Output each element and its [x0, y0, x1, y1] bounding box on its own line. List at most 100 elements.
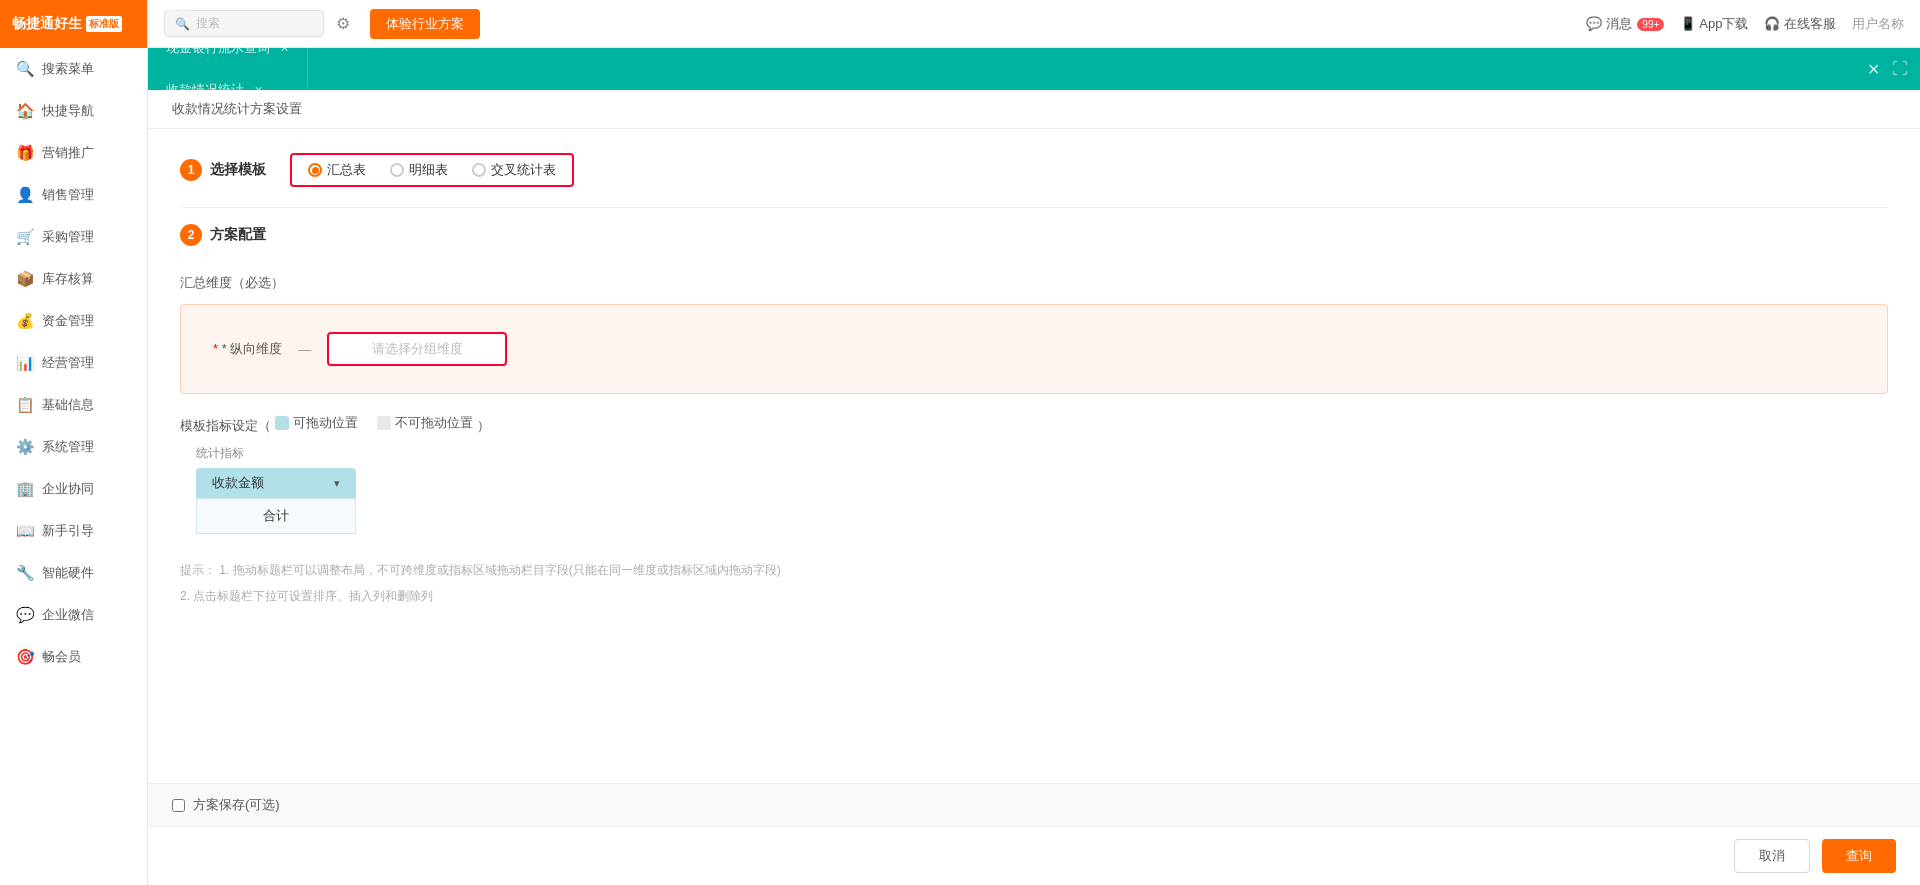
footer-actions: 取消 查询 — [148, 826, 1920, 885]
tabbar: 首页现金银行流水查询✕收款情况统计✕新建方案✕ ✕ ⛶ — [148, 48, 1920, 90]
sidebar-label-search-menu: 搜索菜单 — [42, 60, 94, 78]
legend-non-draggable: 不可拖动位置 — [377, 414, 473, 432]
query-button[interactable]: 查询 — [1822, 839, 1896, 873]
sidebar-label-marketing: 营销推广 — [42, 144, 94, 162]
sidebar-item-member[interactable]: 🎯 畅会员 — [0, 636, 147, 678]
tips-area: 提示： 1. 拖动标题栏可以调整布局，不可跨维度或指标区域拖动栏目字段(只能在同… — [180, 558, 1888, 608]
indicator-header[interactable]: 收款金额 ▾ — [196, 468, 356, 498]
radio-summary[interactable]: 汇总表 — [308, 161, 366, 179]
draggable-legend-box — [275, 416, 289, 430]
sidebar-item-search-menu[interactable]: 🔍 搜索菜单 — [0, 48, 147, 90]
sidebar-icon-operations: 📊 — [16, 354, 34, 372]
sidebar: 畅捷通好生 标准版 🔍 搜索菜单 🏠快捷导航 🎁 营销推广 👤销售管理🛒采购管理 📦 库存核算… — [0, 0, 148, 885]
radio-cross-label: 交叉统计表 — [491, 161, 556, 179]
sidebar-items-container: 🔍 搜索菜单 🏠快捷导航 🎁 营销推广 👤销售管理🛒采购管理 📦 库存核算 💰资金管理📊经营管理… — [0, 48, 147, 678]
indicator-table-container: 统计指标 收款金额 ▾ 合计 — [196, 445, 1888, 534]
step2-label: 方案配置 — [210, 226, 266, 244]
user-name[interactable]: 用户名称 — [1852, 15, 1904, 33]
sidebar-item-marketing[interactable]: 🎁 营销推广 — [0, 132, 147, 174]
tabbar-actions: ✕ ⛶ — [1867, 60, 1920, 79]
online-support-label: 在线客服 — [1784, 16, 1836, 31]
sidebar-icon-basic-info: 📋 — [16, 396, 34, 414]
tab-home[interactable]: 首页 — [148, 0, 308, 27]
indicator-table: 收款金额 ▾ 合计 — [196, 468, 356, 534]
sidebar-icon-inventory: 📦 — [16, 270, 34, 288]
divider1 — [180, 207, 1888, 208]
message-badge: 99+ — [1637, 18, 1664, 31]
sidebar-label-guide: 新手引导 — [42, 522, 94, 540]
close-tab-icon[interactable]: ✕ — [1867, 60, 1880, 79]
sidebar-item-operations[interactable]: 📊经营管理 — [0, 342, 147, 384]
sidebar-label-sales: 销售管理 — [42, 186, 94, 204]
form-area: 1 选择模板 汇总表 明细表 交叉统计表 2 方案配置 — [148, 129, 1920, 783]
sidebar-icon-finance: 💰 — [16, 312, 34, 330]
sidebar-item-inventory[interactable]: 📦 库存核算 — [0, 258, 147, 300]
arrow-icon: — — [298, 342, 311, 357]
dim-row: * * 纵向维度 — 请选择分组维度 — [213, 332, 507, 366]
page-header: 收款情况统计方案设置 — [148, 90, 1920, 129]
sidebar-icon-search-menu: 🔍 — [16, 60, 34, 78]
indicator-header-text: 收款金额 — [212, 474, 264, 492]
breadcrumb: 收款情况统计方案设置 — [172, 101, 302, 116]
dropdown-chevron-icon[interactable]: ▾ — [334, 477, 340, 490]
radio-dot-cross — [472, 163, 486, 177]
tab-cash-bank[interactable]: 现金银行流水查询✕ — [148, 27, 308, 69]
sidebar-label-smart-hw: 智能硬件 — [42, 564, 94, 582]
draggable-label: 可拖动位置 — [293, 414, 358, 432]
sidebar-icon-member: 🎯 — [16, 648, 34, 666]
radio-dot-summary — [308, 163, 322, 177]
gear-icon[interactable]: ⚙ — [336, 14, 350, 33]
sidebar-label-member: 畅会员 — [42, 648, 81, 666]
save-label[interactable]: 方案保存(可选) — [193, 796, 280, 814]
online-support[interactable]: 🎧 在线客服 — [1764, 15, 1836, 33]
radio-detail[interactable]: 明细表 — [390, 161, 448, 179]
sidebar-item-basic-info[interactable]: 📋 基础信息 — [0, 384, 147, 426]
sidebar-item-guide[interactable]: 📖新手引导 — [0, 510, 147, 552]
main-area: 🔍 搜索 ⚙ 体验行业方案 💬 消息 99+ 📱 App下载 🎧 在线客服 用户… — [148, 0, 1920, 885]
sidebar-logo: 畅捷通好生 标准版 — [0, 0, 147, 48]
save-checkbox[interactable] — [172, 799, 185, 812]
sidebar-item-system[interactable]: ⚙️ 系统管理 — [0, 426, 147, 468]
config-area: 汇总维度（必选） * * 纵向维度 — 请选择分组维度 模板指标设定（ — [180, 266, 1888, 618]
sidebar-label-system: 系统管理 — [42, 438, 94, 456]
message-item[interactable]: 💬 消息 99+ — [1586, 15, 1664, 33]
sidebar-item-smart-hw[interactable]: 🔧智能硬件 — [0, 552, 147, 594]
indicator-label-prefix: 模板指标设定（ — [180, 418, 271, 433]
sidebar-icon-system: ⚙️ — [16, 438, 34, 456]
topbar: 🔍 搜索 ⚙ 体验行业方案 💬 消息 99+ 📱 App下载 🎧 在线客服 用户… — [148, 0, 1920, 48]
radio-summary-label: 汇总表 — [327, 161, 366, 179]
legend-draggable: 可拖动位置 — [275, 414, 358, 432]
sidebar-icon-enterprise: 🏢 — [16, 480, 34, 498]
industry-btn[interactable]: 体验行业方案 — [370, 9, 480, 39]
sidebar-item-quick-nav[interactable]: 🏠快捷导航 — [0, 90, 147, 132]
app-download[interactable]: 📱 App下载 — [1680, 15, 1748, 33]
tab-close-cash-bank[interactable]: ✕ — [280, 42, 289, 55]
step1-num: 1 — [180, 159, 202, 181]
sidebar-label-basic-info: 基础信息 — [42, 396, 94, 414]
expand-icon[interactable]: ⛶ — [1892, 60, 1908, 78]
message-label: 消息 — [1606, 16, 1632, 31]
dim-select-placeholder: 请选择分组维度 — [372, 340, 463, 358]
cancel-button[interactable]: 取消 — [1734, 839, 1810, 873]
indicator-settings-label: 模板指标设定（ 可拖动位置 不可拖动位置 ） — [180, 414, 1888, 435]
step1-row: 1 选择模板 汇总表 明细表 交叉统计表 — [180, 153, 1888, 187]
tip-1: 提示： 1. 拖动标题栏可以调整布局，不可跨维度或指标区域拖动栏目字段(只能在同… — [180, 558, 1888, 582]
group-dim-select[interactable]: 请选择分组维度 — [327, 332, 507, 366]
sidebar-item-sales[interactable]: 👤销售管理 — [0, 174, 147, 216]
indicator-body: 合计 — [196, 498, 356, 534]
tip-2: 2. 点击标题栏下拉可设置排序、插入列和删除列 — [180, 584, 1888, 608]
sidebar-icon-quick-nav: 🏠 — [16, 102, 34, 120]
sidebar-item-wechat[interactable]: 💬企业微信 — [0, 594, 147, 636]
sidebar-icon-wechat: 💬 — [16, 606, 34, 624]
sidebar-icon-marketing: 🎁 — [16, 144, 34, 162]
sidebar-label-inventory: 库存核算 — [42, 270, 94, 288]
sidebar-item-finance[interactable]: 💰资金管理 — [0, 300, 147, 342]
app-download-label: App下载 — [1699, 16, 1748, 31]
sidebar-item-enterprise[interactable]: 🏢企业协同 — [0, 468, 147, 510]
required-star: * — [213, 341, 218, 356]
radio-cross[interactable]: 交叉统计表 — [472, 161, 556, 179]
sidebar-icon-purchase: 🛒 — [16, 228, 34, 246]
radio-detail-label: 明细表 — [409, 161, 448, 179]
sidebar-item-purchase[interactable]: 🛒采购管理 — [0, 216, 147, 258]
step2-num: 2 — [180, 224, 202, 246]
